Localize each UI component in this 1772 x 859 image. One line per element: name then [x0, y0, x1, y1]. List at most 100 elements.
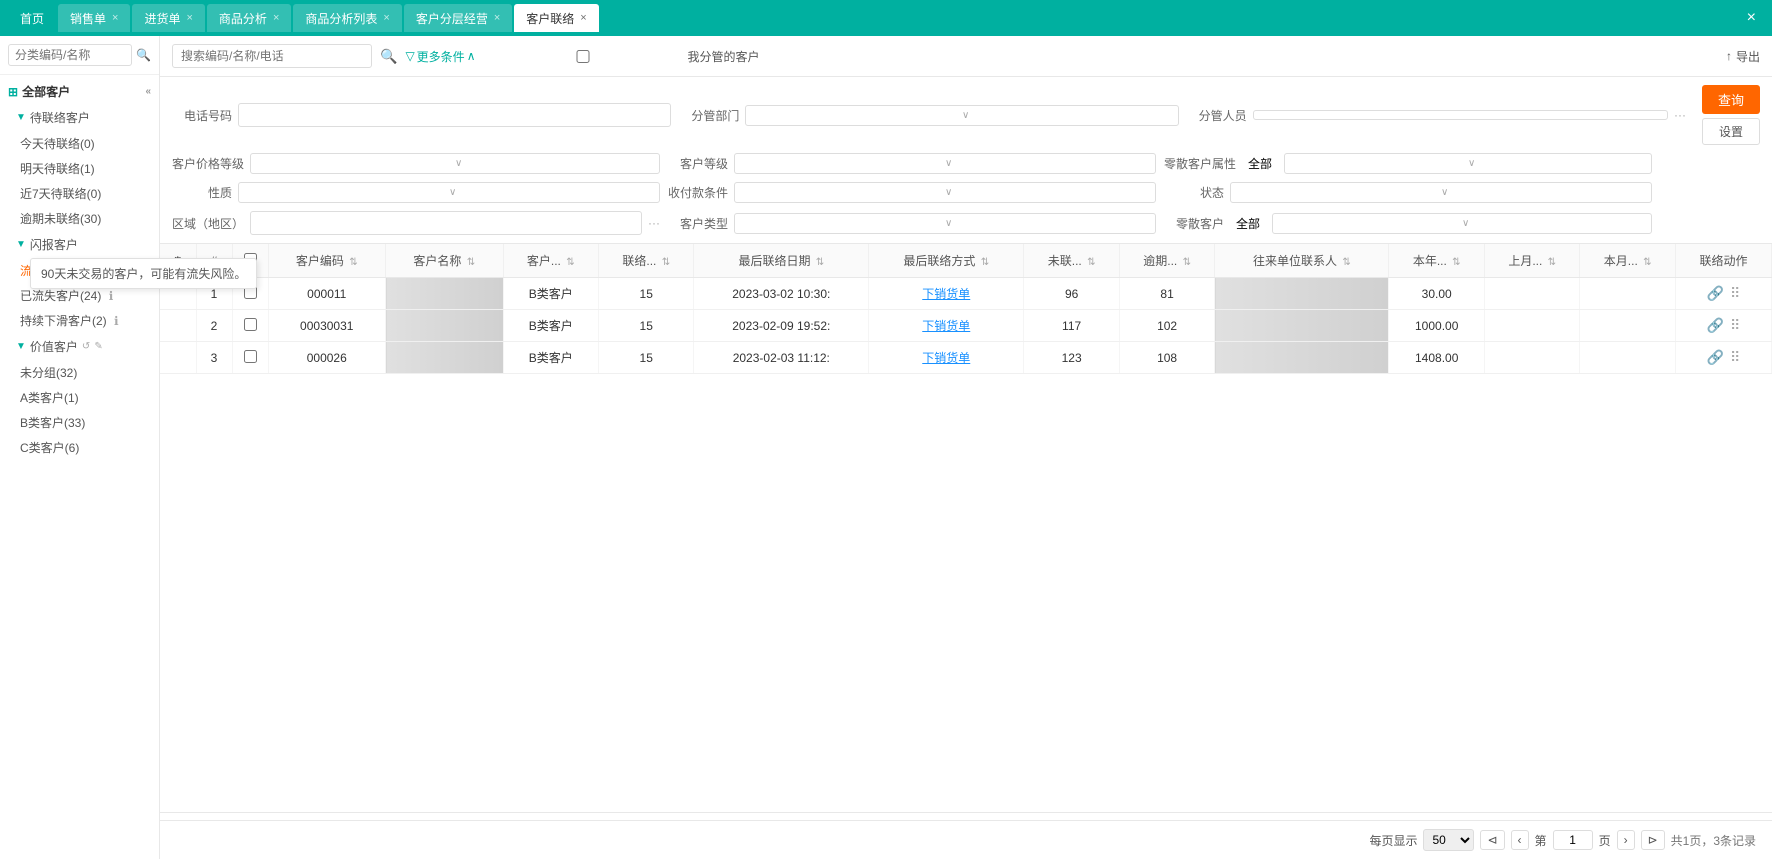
window-close-button[interactable]: × [1739, 9, 1764, 27]
per-page-select[interactable]: 50 10 20 100 [1423, 829, 1474, 851]
my-customers-checkbox[interactable]: 我分管的客户 [483, 48, 759, 65]
sidebar-search-input[interactable] [8, 44, 132, 66]
tab-customer-tier-close[interactable]: × [494, 12, 500, 24]
more-actions-icon[interactable]: ⠿ [1730, 285, 1740, 302]
tab-analysis[interactable]: 商品分析 × [207, 4, 291, 32]
row-checkbox[interactable] [244, 350, 257, 363]
settings-button[interactable]: 设置 [1702, 118, 1760, 145]
sidebar-item-a-class[interactable]: A类客户(1) [0, 385, 159, 410]
price-tier-select[interactable]: ∨ [250, 153, 660, 174]
region-input[interactable] [250, 211, 642, 235]
contact-icon[interactable]: 🔗 [1707, 349, 1724, 366]
scattered-select[interactable]: ∨ [1272, 213, 1652, 234]
tab-analysis-list[interactable]: 商品分析列表 × [293, 4, 401, 32]
last-page-button[interactable]: ⊳ [1641, 830, 1665, 850]
col-last-method[interactable]: 最后联络方式 ⇅ [869, 244, 1024, 278]
col-overdue[interactable]: 逾期... ⇅ [1119, 244, 1214, 278]
sidebar-group-lost-risk[interactable]: ▼ 闪报客户 [0, 231, 159, 258]
arrow-icon-2: ▼ [16, 239, 26, 250]
sidebar-item-c-class-label: C类客户(6) [20, 441, 79, 455]
row-checkbox[interactable] [244, 318, 257, 331]
next-page-button[interactable]: › [1617, 830, 1635, 850]
scattered-attr-select[interactable]: ∨ [1284, 153, 1652, 174]
col-code[interactable]: 客户编码 ⇅ [268, 244, 386, 278]
refresh-icon[interactable]: ↺ [82, 341, 90, 352]
search-input[interactable] [172, 44, 372, 68]
customer-tier-label: 客户等级 [668, 155, 728, 172]
tab-customer-tier[interactable]: 客户分层经营 × [404, 4, 512, 32]
payment-select[interactable]: ∨ [734, 182, 1156, 203]
prev-page-button[interactable]: ‹ [1511, 830, 1529, 850]
first-page-button[interactable]: ⊲ [1480, 830, 1504, 850]
tab-customer-contact[interactable]: 客户联络 × [514, 4, 598, 32]
person-select[interactable] [1253, 110, 1668, 120]
cell-no-contact: 96 [1024, 278, 1119, 310]
col-no-contact[interactable]: 未联... ⇅ [1024, 244, 1119, 278]
tab-home[interactable]: 首页 [8, 4, 56, 32]
sidebar-item-b-class[interactable]: B类客户(33) [0, 410, 159, 435]
my-customers-check[interactable] [483, 50, 683, 63]
sidebar-item-declining[interactable]: 持续下滑客户(2) ℹ [0, 308, 159, 333]
more-conditions-button[interactable]: ▽ 更多条件 ∧ [405, 48, 475, 65]
cell-last-date: 2023-02-09 19:52: [694, 310, 869, 342]
cell-type: B类客户 [503, 342, 598, 374]
col-contact[interactable]: 联络... ⇅ [598, 244, 693, 278]
tab-analysis-close[interactable]: × [273, 12, 279, 24]
sidebar-item-7days[interactable]: 近7天待联络(0) [0, 181, 159, 206]
sidebar-item-today[interactable]: 今天待联络(0) [0, 131, 159, 156]
all-customers-header[interactable]: ⊞ 全部客户 « [0, 75, 159, 104]
export-button[interactable]: ↑ 导出 [1726, 48, 1760, 65]
col-last-month[interactable]: 上月... ⇅ [1484, 244, 1579, 278]
tab-analysis-list-close[interactable]: × [383, 12, 389, 24]
cell-last-method[interactable]: 下销货单 [869, 278, 1024, 310]
tooltip-box: 90天未交易的客户，可能有流失风险。 [30, 258, 257, 289]
tab-purchase-close[interactable]: × [186, 12, 192, 24]
grid-icon: ⊞ [8, 85, 18, 99]
cell-last-method[interactable]: 下销货单 [869, 310, 1024, 342]
contact-icon[interactable]: 🔗 [1707, 285, 1724, 302]
more-actions-icon[interactable]: ⠿ [1730, 317, 1740, 334]
sidebar-item-unsorted[interactable]: 未分组(32) [0, 360, 159, 385]
phone-input[interactable] [238, 103, 671, 127]
sidebar-item-c-class[interactable]: C类客户(6) [0, 435, 159, 460]
tab-purchase[interactable]: 进货单 × [132, 4, 204, 32]
tab-sales-close[interactable]: × [112, 12, 118, 24]
dept-select[interactable]: ∨ [745, 105, 1178, 126]
sidebar-item-overdue-label: 逾期未联络(30) [20, 212, 101, 226]
horizontal-scrollbar[interactable] [160, 812, 1772, 820]
col-name[interactable]: 客户名称 ⇅ [386, 244, 504, 278]
sidebar-item-tomorrow[interactable]: 明天待联络(1) [0, 156, 159, 181]
collapse-icon: « [145, 86, 151, 97]
col-unit-contact[interactable]: 往来单位联系人 ⇅ [1215, 244, 1389, 278]
sidebar-group-pending[interactable]: ▼ 待联络客户 [0, 104, 159, 131]
nature-select[interactable]: ∨ [238, 182, 660, 203]
edit-icon[interactable]: ✎ [94, 341, 102, 352]
cell-last-method[interactable]: 下销货单 [869, 342, 1024, 374]
customer-tier-select[interactable]: ∨ [734, 153, 1156, 174]
sidebar-group-lost-risk-label: 闪报客户 [30, 236, 78, 253]
more-actions-icon[interactable]: ⠿ [1730, 349, 1740, 366]
person-more-dots[interactable]: ··· [1674, 108, 1686, 122]
col-last-date[interactable]: 最后联络日期 ⇅ [694, 244, 869, 278]
sidebar-group-value[interactable]: ▼ 价值客户 ↺ ✎ [0, 333, 159, 360]
sidebar-group-value-label: 价值客户 [30, 338, 78, 355]
cell-checkbox[interactable] [232, 310, 268, 342]
col-type[interactable]: 客户... ⇅ [503, 244, 598, 278]
cell-unit-contact [1215, 342, 1389, 374]
tab-sales[interactable]: 销售单 × [58, 4, 130, 32]
search-button[interactable]: 🔍 [380, 48, 397, 65]
sidebar-group-pending-label: 待联络客户 [30, 109, 90, 126]
query-button[interactable]: 查询 [1702, 85, 1760, 114]
col-this-year[interactable]: 本年... ⇅ [1389, 244, 1484, 278]
contact-icon[interactable]: 🔗 [1707, 317, 1724, 334]
sidebar-search-icon[interactable]: 🔍 [136, 48, 151, 62]
status-select[interactable]: ∨ [1230, 182, 1652, 203]
customer-type-select[interactable]: ∨ [734, 213, 1156, 234]
sidebar-item-overdue[interactable]: 逾期未联络(30) [0, 206, 159, 231]
col-this-month[interactable]: 本月... ⇅ [1580, 244, 1675, 278]
tab-customer-contact-close[interactable]: × [580, 12, 586, 24]
region-more-dots[interactable]: ··· [648, 216, 660, 230]
customer-type-label: 客户类型 [668, 215, 728, 232]
cell-checkbox[interactable] [232, 342, 268, 374]
page-input[interactable] [1553, 830, 1593, 850]
